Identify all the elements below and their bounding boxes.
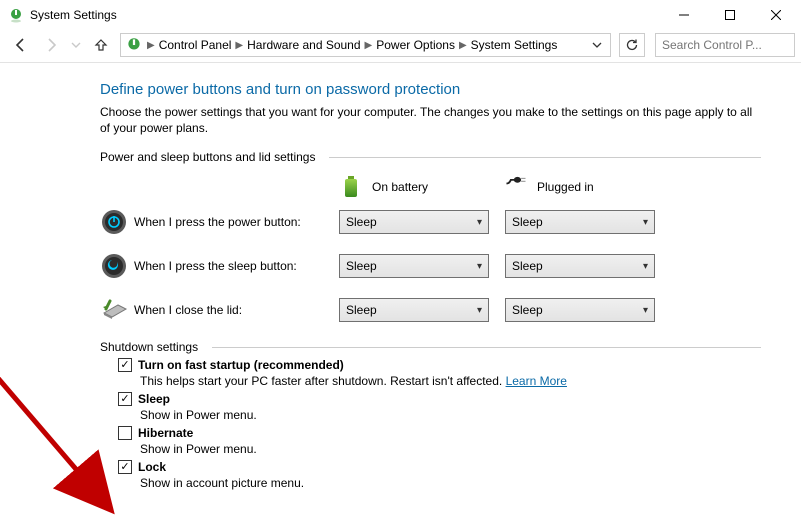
fast-startup-checkbox[interactable]	[118, 358, 132, 372]
breadcrumb-item[interactable]: Control Panel▶	[159, 38, 243, 52]
page-title: Define power buttons and turn on passwor…	[100, 81, 761, 98]
sleep-button-plugged-select[interactable]: Sleep▾	[505, 254, 655, 278]
plugged-in-label: Plugged in	[537, 180, 594, 194]
column-headers: On battery Plugged in	[100, 174, 761, 200]
content-area: Define power buttons and turn on passwor…	[0, 63, 801, 502]
chevron-down-icon: ▾	[643, 217, 648, 228]
lock-item: Lock Show in account picture menu.	[118, 460, 761, 490]
titlebar: System Settings	[0, 0, 801, 30]
learn-more-link[interactable]: Learn More	[506, 374, 567, 388]
breadcrumb[interactable]: ▶ Control Panel▶ Hardware and Sound▶ Pow…	[120, 33, 611, 57]
power-button-battery-select[interactable]: Sleep▾	[339, 210, 489, 234]
power-button-plugged-select[interactable]: Sleep▾	[505, 210, 655, 234]
maximize-button[interactable]	[707, 0, 753, 30]
search-box[interactable]	[655, 33, 795, 57]
close-lid-plugged-select[interactable]: Sleep▾	[505, 298, 655, 322]
chevron-down-icon: ▾	[477, 217, 482, 228]
sleep-button-label: When I press the sleep button:	[134, 259, 339, 273]
chevron-down-icon: ▾	[477, 261, 482, 272]
lock-checkbox[interactable]	[118, 460, 132, 474]
recent-locations-button[interactable]	[68, 32, 84, 58]
power-button-row: When I press the power button: Sleep▾ Sl…	[100, 208, 761, 236]
sleep-button-icon	[100, 252, 128, 280]
hibernate-label: Hibernate	[138, 426, 193, 440]
forward-button[interactable]	[38, 32, 64, 58]
divider-line	[212, 347, 761, 348]
button-section-header: Power and sleep buttons and lid settings	[100, 150, 315, 164]
breadcrumb-item[interactable]: Hardware and Sound▶	[247, 38, 372, 52]
breadcrumb-item[interactable]: Power Options▶	[376, 38, 466, 52]
sleep-sub: Show in Power menu.	[140, 408, 761, 422]
sleep-button-row: When I press the sleep button: Sleep▾ Sl…	[100, 252, 761, 280]
lock-label: Lock	[138, 460, 166, 474]
close-button[interactable]	[753, 0, 799, 30]
back-button[interactable]	[8, 32, 34, 58]
plug-icon	[505, 174, 527, 200]
chevron-down-icon: ▾	[477, 305, 482, 316]
refresh-button[interactable]	[619, 33, 645, 57]
close-lid-battery-select[interactable]: Sleep▾	[339, 298, 489, 322]
fast-startup-sub: This helps start your PC faster after sh…	[140, 374, 502, 388]
sleep-button-battery-select[interactable]: Sleep▾	[339, 254, 489, 278]
search-input[interactable]	[660, 37, 801, 53]
fast-startup-label: Turn on fast startup (recommended)	[138, 358, 344, 372]
laptop-lid-icon	[100, 296, 128, 324]
breadcrumb-item[interactable]: System Settings	[471, 38, 558, 52]
shutdown-section-header: Shutdown settings	[100, 340, 198, 354]
battery-icon	[340, 174, 362, 200]
hibernate-item: Hibernate Show in Power menu.	[118, 426, 761, 456]
sleep-item: Sleep Show in Power menu.	[118, 392, 761, 422]
hibernate-checkbox[interactable]	[118, 426, 132, 440]
up-button[interactable]	[88, 32, 114, 58]
close-lid-label: When I close the lid:	[134, 303, 339, 317]
breadcrumb-history-dropdown[interactable]	[588, 40, 606, 50]
power-button-icon	[100, 208, 128, 236]
window-title: System Settings	[30, 8, 117, 22]
divider-line	[329, 157, 761, 158]
minimize-button[interactable]	[661, 0, 707, 30]
app-icon	[8, 7, 24, 23]
navbar: ▶ Control Panel▶ Hardware and Sound▶ Pow…	[0, 30, 801, 60]
chevron-down-icon: ▾	[643, 305, 648, 316]
sleep-label: Sleep	[138, 392, 170, 406]
chevron-down-icon: ▾	[643, 261, 648, 272]
hibernate-sub: Show in Power menu.	[140, 442, 761, 456]
breadcrumb-root-icon	[125, 36, 143, 54]
chevron-right-icon: ▶	[147, 40, 155, 51]
on-battery-label: On battery	[372, 180, 428, 194]
fast-startup-item: Turn on fast startup (recommended) This …	[118, 358, 761, 388]
close-lid-row: When I close the lid: Sleep▾ Sleep▾	[100, 296, 761, 324]
power-button-label: When I press the power button:	[134, 215, 339, 229]
lock-sub: Show in account picture menu.	[140, 476, 761, 490]
page-description: Choose the power settings that you want …	[100, 104, 761, 136]
sleep-checkbox[interactable]	[118, 392, 132, 406]
